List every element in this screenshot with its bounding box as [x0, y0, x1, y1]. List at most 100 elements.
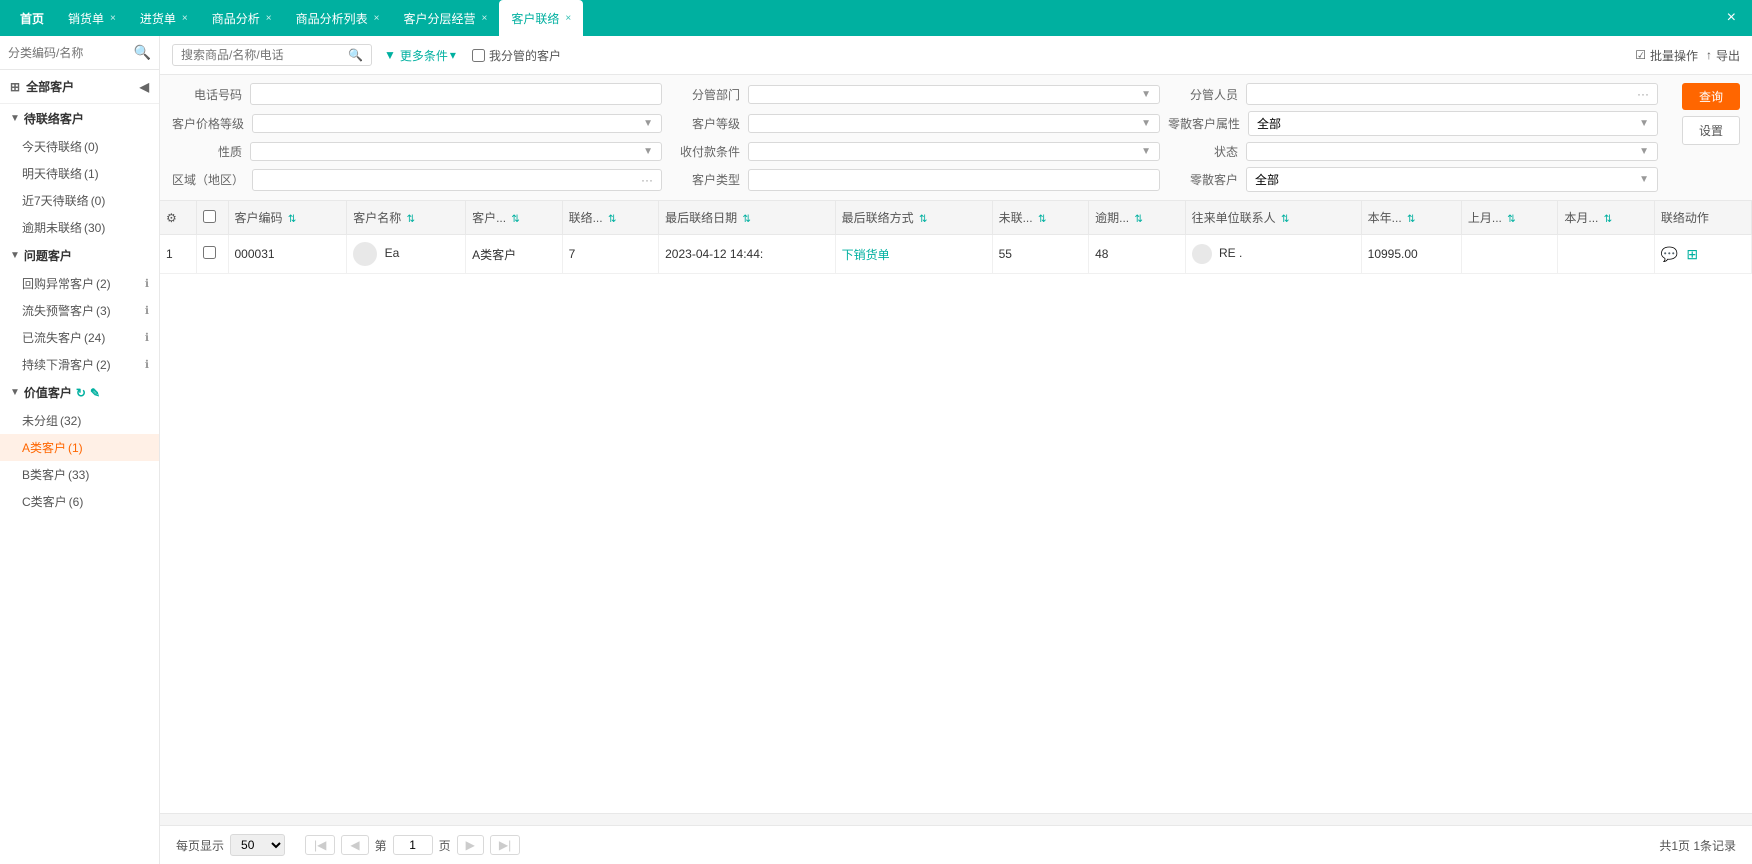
info-icon-2[interactable]: ℹ	[145, 304, 149, 317]
group-pending-contact[interactable]: ▼ 待联络客户	[0, 104, 159, 133]
group-problem-customers[interactable]: ▼ 问题客户	[0, 241, 159, 270]
tab-purchase-order[interactable]: 进货单 ×	[128, 0, 200, 36]
select-retail-customer[interactable]: 全部 ▼	[1246, 167, 1658, 192]
close-all-button[interactable]: ×	[1719, 9, 1744, 27]
query-buttons: 查询 设置	[1682, 83, 1740, 145]
select-region[interactable]: ···	[252, 169, 662, 191]
sort-icon-person[interactable]: ⇅	[1281, 214, 1289, 225]
sort-icon-date[interactable]: ⇅	[742, 214, 750, 225]
sort-icon-method[interactable]: ⇅	[919, 214, 927, 225]
sort-icon-type[interactable]: ⇅	[511, 214, 519, 225]
query-button[interactable]: 查询	[1682, 83, 1740, 110]
field-payment: 收付款条件 ▼	[670, 142, 1160, 161]
chat-icon[interactable]: 💬	[1661, 246, 1678, 263]
export-button[interactable]: ↑ 导出	[1706, 47, 1740, 64]
last-page-button[interactable]: ▶|	[490, 835, 520, 855]
close-tab-contact[interactable]: ×	[565, 13, 571, 24]
sort-icon-name[interactable]: ⇅	[407, 214, 415, 225]
search-box: 🔍	[172, 44, 372, 66]
close-tab-purchase[interactable]: ×	[182, 13, 188, 24]
sidebar-item-overdue[interactable]: 逾期未联络 (30)	[0, 214, 159, 241]
dots-region[interactable]: ···	[641, 173, 653, 187]
filter-row-1: 电话号码 分管部门 ▼ 分管人员	[172, 83, 1658, 105]
select-payment[interactable]: ▼	[748, 142, 1160, 161]
sort-icon-code[interactable]: ⇅	[288, 214, 296, 225]
sidebar-collapse-icon[interactable]: ◀	[140, 80, 149, 94]
label-retail-attr: 零散客户属性	[1168, 115, 1240, 132]
search-icon[interactable]: 🔍	[348, 48, 363, 62]
sidebar-all-customers[interactable]: ⊞ 全部客户 ◀	[0, 70, 159, 104]
input-phone[interactable]	[250, 83, 662, 105]
field-region: 区域（地区） ···	[172, 169, 662, 191]
select-nature[interactable]: ▼	[250, 142, 662, 161]
row-checkbox[interactable]	[203, 246, 216, 259]
tab-sales-order[interactable]: 销货单 ×	[56, 0, 128, 36]
tab-product-analysis[interactable]: 商品分析 ×	[200, 0, 284, 36]
cell-checkbox[interactable]	[196, 235, 228, 274]
batch-op-button[interactable]: ☑ 批量操作	[1635, 47, 1698, 64]
edit-icon[interactable]: ✎	[90, 386, 100, 400]
more-filter-button[interactable]: ▼ 更多条件 ▾	[384, 47, 456, 64]
sidebar-item-class-c[interactable]: C类客户 (6)	[0, 488, 159, 515]
col-settings[interactable]: ⚙	[160, 201, 196, 235]
sidebar-item-churn-warning[interactable]: 流失预警客户 (3) ℹ	[0, 297, 159, 324]
info-icon-1[interactable]: ℹ	[145, 277, 149, 290]
settings-button[interactable]: 设置	[1682, 116, 1740, 145]
col-customer-code: 客户编码 ⇅	[228, 201, 347, 235]
category-search-input[interactable]	[8, 46, 134, 60]
sort-icon-tm[interactable]: ⇅	[1604, 214, 1612, 225]
tab-product-list[interactable]: 商品分析列表 ×	[284, 0, 392, 36]
category-search-icon[interactable]: 🔍	[134, 44, 151, 61]
my-customer-check[interactable]	[472, 49, 485, 62]
sort-icon-contact[interactable]: ⇅	[608, 214, 616, 225]
my-customer-checkbox[interactable]: 我分管的客户	[472, 47, 561, 64]
select-customer-level[interactable]: ▼	[748, 114, 1160, 133]
sidebar-item-today[interactable]: 今天待联络 (0)	[0, 133, 159, 160]
next-page-button[interactable]: ▶	[457, 835, 484, 855]
sort-icon-nc[interactable]: ⇅	[1038, 214, 1046, 225]
sidebar-item-7days[interactable]: 近7天待联络 (0)	[0, 187, 159, 214]
tab-customer-segment[interactable]: 客户分层经营 ×	[391, 0, 499, 36]
sidebar-item-tomorrow[interactable]: 明天待联络 (1)	[0, 160, 159, 187]
info-icon-4[interactable]: ℹ	[145, 358, 149, 371]
group-arrow-3: ▼	[10, 387, 20, 398]
field-manager: 分管人员 ···	[1168, 83, 1658, 105]
sidebar-item-repurchase-abnormal[interactable]: 回购异常客户 (2) ℹ	[0, 270, 159, 297]
input-customer-type[interactable]	[748, 169, 1160, 191]
refresh-icon[interactable]: ↻	[76, 386, 86, 400]
sidebar-item-class-b[interactable]: B类客户 (33)	[0, 461, 159, 488]
close-tab-analysis[interactable]: ×	[266, 13, 272, 24]
col-checkbox[interactable]	[196, 201, 228, 235]
horizontal-scrollbar[interactable]	[160, 813, 1752, 825]
close-tab-segment[interactable]: ×	[481, 13, 487, 24]
select-manager[interactable]: ···	[1246, 83, 1658, 105]
search-input[interactable]	[181, 48, 348, 62]
select-status[interactable]: ▼	[1246, 142, 1658, 161]
sidebar-item-churned[interactable]: 已流失客户 (24) ℹ	[0, 324, 159, 351]
close-tab-list[interactable]: ×	[374, 13, 380, 24]
qr-icon[interactable]: ⊞	[1686, 246, 1698, 263]
group-value-customers[interactable]: ▼ 价值客户 ↻ ✎	[0, 378, 159, 407]
method-link[interactable]: 下销货单	[842, 248, 890, 262]
first-page-button[interactable]: |◀	[305, 835, 335, 855]
sidebar-item-declining[interactable]: 持续下滑客户 (2) ℹ	[0, 351, 159, 378]
dots-manager[interactable]: ···	[1637, 87, 1649, 101]
close-tab-sales[interactable]: ×	[110, 13, 116, 24]
chevron-retail-cust: ▼	[1639, 174, 1649, 185]
sort-icon-od[interactable]: ⇅	[1134, 214, 1142, 225]
page-input[interactable]	[393, 835, 433, 855]
select-dept[interactable]: ▼	[748, 85, 1160, 104]
sidebar-item-class-a[interactable]: A类客户 (1)	[0, 434, 159, 461]
field-customer-type: 客户类型	[670, 169, 1160, 191]
sort-icon-lm[interactable]: ⇅	[1507, 214, 1515, 225]
tab-home[interactable]: 首页	[8, 0, 56, 36]
select-price-level[interactable]: ▼	[252, 114, 662, 133]
select-retail-attr[interactable]: 全部 ▼	[1248, 111, 1658, 136]
select-all-checkbox[interactable]	[203, 210, 216, 223]
tab-customer-contact[interactable]: 客户联络 ×	[499, 0, 583, 36]
page-size-select[interactable]: 50 100 200	[230, 834, 285, 856]
prev-page-button[interactable]: ◀	[341, 835, 368, 855]
sidebar-item-ungrouped[interactable]: 未分组 (32)	[0, 407, 159, 434]
info-icon-3[interactable]: ℹ	[145, 331, 149, 344]
sort-icon-year[interactable]: ⇅	[1407, 214, 1415, 225]
